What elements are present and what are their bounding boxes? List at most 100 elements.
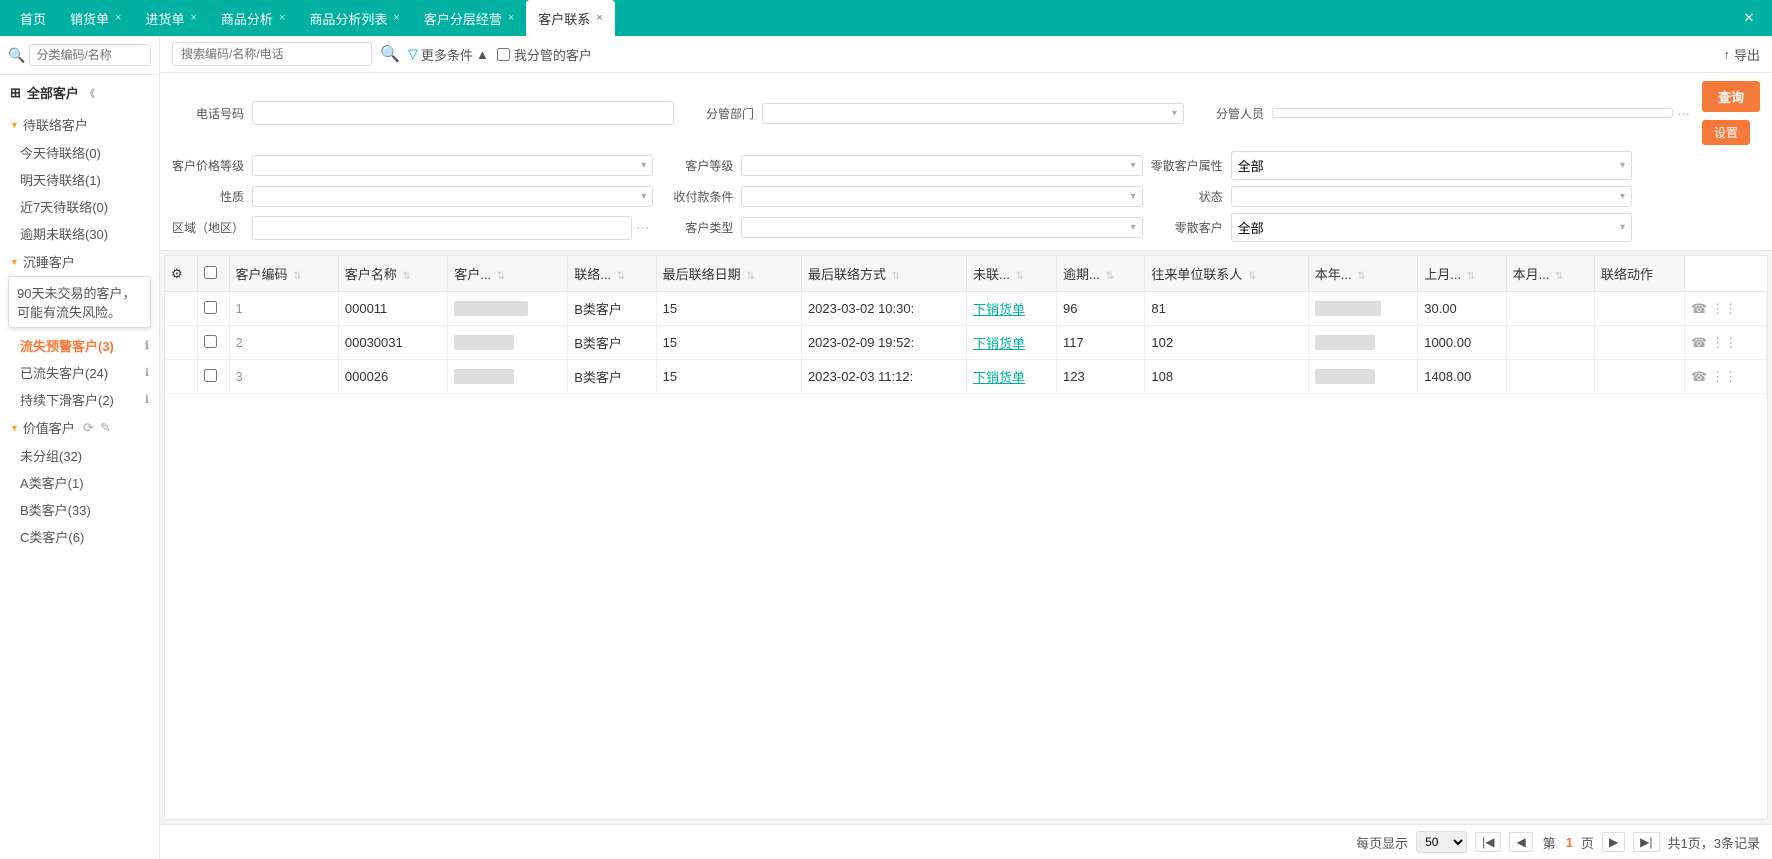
sidebar-search-input[interactable] [29,44,151,66]
filter-dept-select[interactable]: ▾ [762,103,1184,124]
type-column-header[interactable]: 客户... ⇅ [448,256,568,292]
my-customers-checkbox[interactable] [497,48,510,61]
filter-retail-attr-select[interactable]: 全部 ▾ [1231,151,1632,180]
chevron-type-icon: ▾ [1131,222,1136,233]
group-dormant[interactable]: ▼ 沉睡客户 [0,247,159,276]
filter-search-button[interactable]: 🔍 [380,44,400,64]
filter-more-button[interactable]: ▽ 更多条件 ▲ [408,45,489,64]
row-checkbox-1[interactable] [204,335,217,348]
action-more-icon[interactable]: ⋮⋮ [1711,301,1737,317]
filter-region-ellipsis[interactable]: ··· [632,220,653,235]
sidebar-item-unclassified[interactable]: 未分组(32) [0,442,159,469]
filter-manager-ellipsis[interactable]: ··· [1673,106,1694,121]
action-more-icon[interactable]: ⋮⋮ [1711,369,1737,385]
next-page-button[interactable]: ▶ [1602,832,1625,852]
sidebar-item-c-class[interactable]: C类客户(6) [0,523,159,550]
filter-price-label: 客户价格等级 [172,157,252,174]
action-contact-icon[interactable]: ☎ [1691,369,1707,385]
sidebar-item-a-class[interactable]: A类客户(1) [0,469,159,496]
gear-icon-header[interactable]: ⚙ [171,266,183,281]
filter-manager-select[interactable] [1272,108,1673,118]
sidebar-item-b-class[interactable]: B类客户(33) [0,496,159,523]
sidebar-item-churned[interactable]: 已流失客户(24) ℹ [0,359,159,386]
close-customer-tier[interactable]: × [508,12,514,24]
filter-bar: 🔍 ▽ 更多条件 ▲ 我分管的客户 ↑ 导出 [160,36,1772,73]
row-last-contact-method[interactable]: 下销货单 [967,326,1057,360]
close-purchase-order[interactable]: × [190,12,196,24]
close-sales-order[interactable]: × [115,12,121,24]
row-checkbox-2[interactable] [204,369,217,382]
edit-icon[interactable]: ✎ [100,420,111,436]
row-not-contacted: 117 [1057,326,1145,360]
settings-button[interactable]: 设置 [1702,120,1750,145]
filter-retail-customer: 零散客户 全部 ▾ [1151,213,1632,242]
close-product-analysis[interactable]: × [279,12,285,24]
all-customers-header[interactable]: ⊞ 全部客户 《 [0,75,159,110]
sidebar-item-overdue-pending[interactable]: 逾期未联络(30) [0,220,159,247]
group-pending-contact[interactable]: ▼ 待联络客户 [0,110,159,139]
filter-customer-type-select[interactable]: ▾ [741,217,1142,238]
row-last-contact-method[interactable]: 下销货单 [967,292,1057,326]
action-contact-icon[interactable]: ☎ [1691,301,1707,317]
nav-sales-order[interactable]: 销货单 × [58,0,133,36]
row-checkbox-cell[interactable] [197,326,229,360]
not-contacted-header[interactable]: 未联... ⇅ [967,256,1057,292]
my-customers-checkbox-label[interactable]: 我分管的客户 [497,45,592,64]
last-contact-method-header[interactable]: 最后联络方式 ⇅ [801,256,966,292]
window-close-button[interactable]: ✕ [1734,3,1764,33]
filter-nature-label: 性质 [172,188,252,205]
last-contact-date-header[interactable]: 最后联络日期 ⇅ [656,256,801,292]
filter-region-input[interactable] [252,216,632,240]
nav-purchase-order[interactable]: 进货单 × [133,0,208,36]
row-checkbox-cell[interactable] [197,360,229,394]
group-value[interactable]: ▼ 价值客户 ⟳ ✎ [0,413,159,442]
gear-column-header[interactable]: ⚙ [165,256,197,292]
overdue-header[interactable]: 逾期... ⇅ [1057,256,1145,292]
total-records: 共1页，3条记录 [1668,833,1760,852]
export-button[interactable]: ↑ 导出 [1723,45,1760,64]
page-size-select[interactable]: 50 100 [1416,831,1467,853]
nav-customer-tier[interactable]: 客户分层经营 × [412,0,526,36]
name-column-header[interactable]: 客户名称 ⇅ [338,256,447,292]
row-last-contact-method[interactable]: 下销货单 [967,360,1057,394]
filter-nature-select[interactable]: ▾ [252,186,653,207]
this-month-header[interactable]: 本月... ⇅ [1506,256,1594,292]
row-checkbox-cell[interactable] [197,292,229,326]
row-name: ████ [448,360,568,394]
nav-customer-contact[interactable]: 客户联系 × [526,0,614,36]
query-button[interactable]: 查询 [1702,81,1760,112]
sidebar-item-7days-pending[interactable]: 近7天待联络(0) [0,193,159,220]
refresh-icon[interactable]: ⟳ [83,420,94,436]
nav-product-analysis[interactable]: 商品分析 × [209,0,297,36]
sidebar-item-churn-warning[interactable]: 流失预警客户(3) ℹ [0,332,159,359]
close-product-analysis-list[interactable]: × [393,12,399,24]
select-all-checkbox[interactable] [204,266,217,279]
filter-retail-customer-select[interactable]: 全部 ▾ [1231,213,1632,242]
sidebar-item-declining[interactable]: 持续下滑客户(2) ℹ [0,386,159,413]
sidebar-item-tomorrow-pending[interactable]: 明天待联络(1) [0,166,159,193]
per-page-label: 每页显示 [1356,833,1408,852]
filter-search-input[interactable] [172,42,372,66]
filter-payment-select[interactable]: ▾ [741,186,1142,207]
last-month-header[interactable]: 上月... ⇅ [1418,256,1506,292]
filter-status-select[interactable]: ▾ [1231,186,1632,207]
filter-customer-level-select[interactable]: ▾ [741,155,1142,176]
code-column-header[interactable]: 客户编码 ⇅ [229,256,338,292]
contact-column-header[interactable]: 联络... ⇅ [568,256,656,292]
first-page-button[interactable]: |◀ [1475,832,1501,852]
checkbox-column-header[interactable] [197,256,229,292]
nav-product-analysis-list[interactable]: 商品分析列表 × [297,0,411,36]
prev-page-button[interactable]: ◀ [1509,832,1532,852]
grid-icon: ⊞ [10,85,21,101]
this-year-header[interactable]: 本年... ⇅ [1308,256,1417,292]
filter-phone-input[interactable] [252,101,674,125]
action-contact-icon[interactable]: ☎ [1691,335,1707,351]
last-page-button[interactable]: ▶| [1633,832,1659,852]
sidebar-item-today-pending[interactable]: 今天待联络(0) [0,139,159,166]
close-customer-contact[interactable]: × [596,12,602,24]
row-checkbox-0[interactable] [204,301,217,314]
nav-home[interactable]: 首页 [8,0,58,36]
contact-person-header[interactable]: 往来单位联系人 ⇅ [1145,256,1308,292]
filter-price-select[interactable]: ▾ [252,155,653,176]
action-more-icon[interactable]: ⋮⋮ [1711,335,1737,351]
